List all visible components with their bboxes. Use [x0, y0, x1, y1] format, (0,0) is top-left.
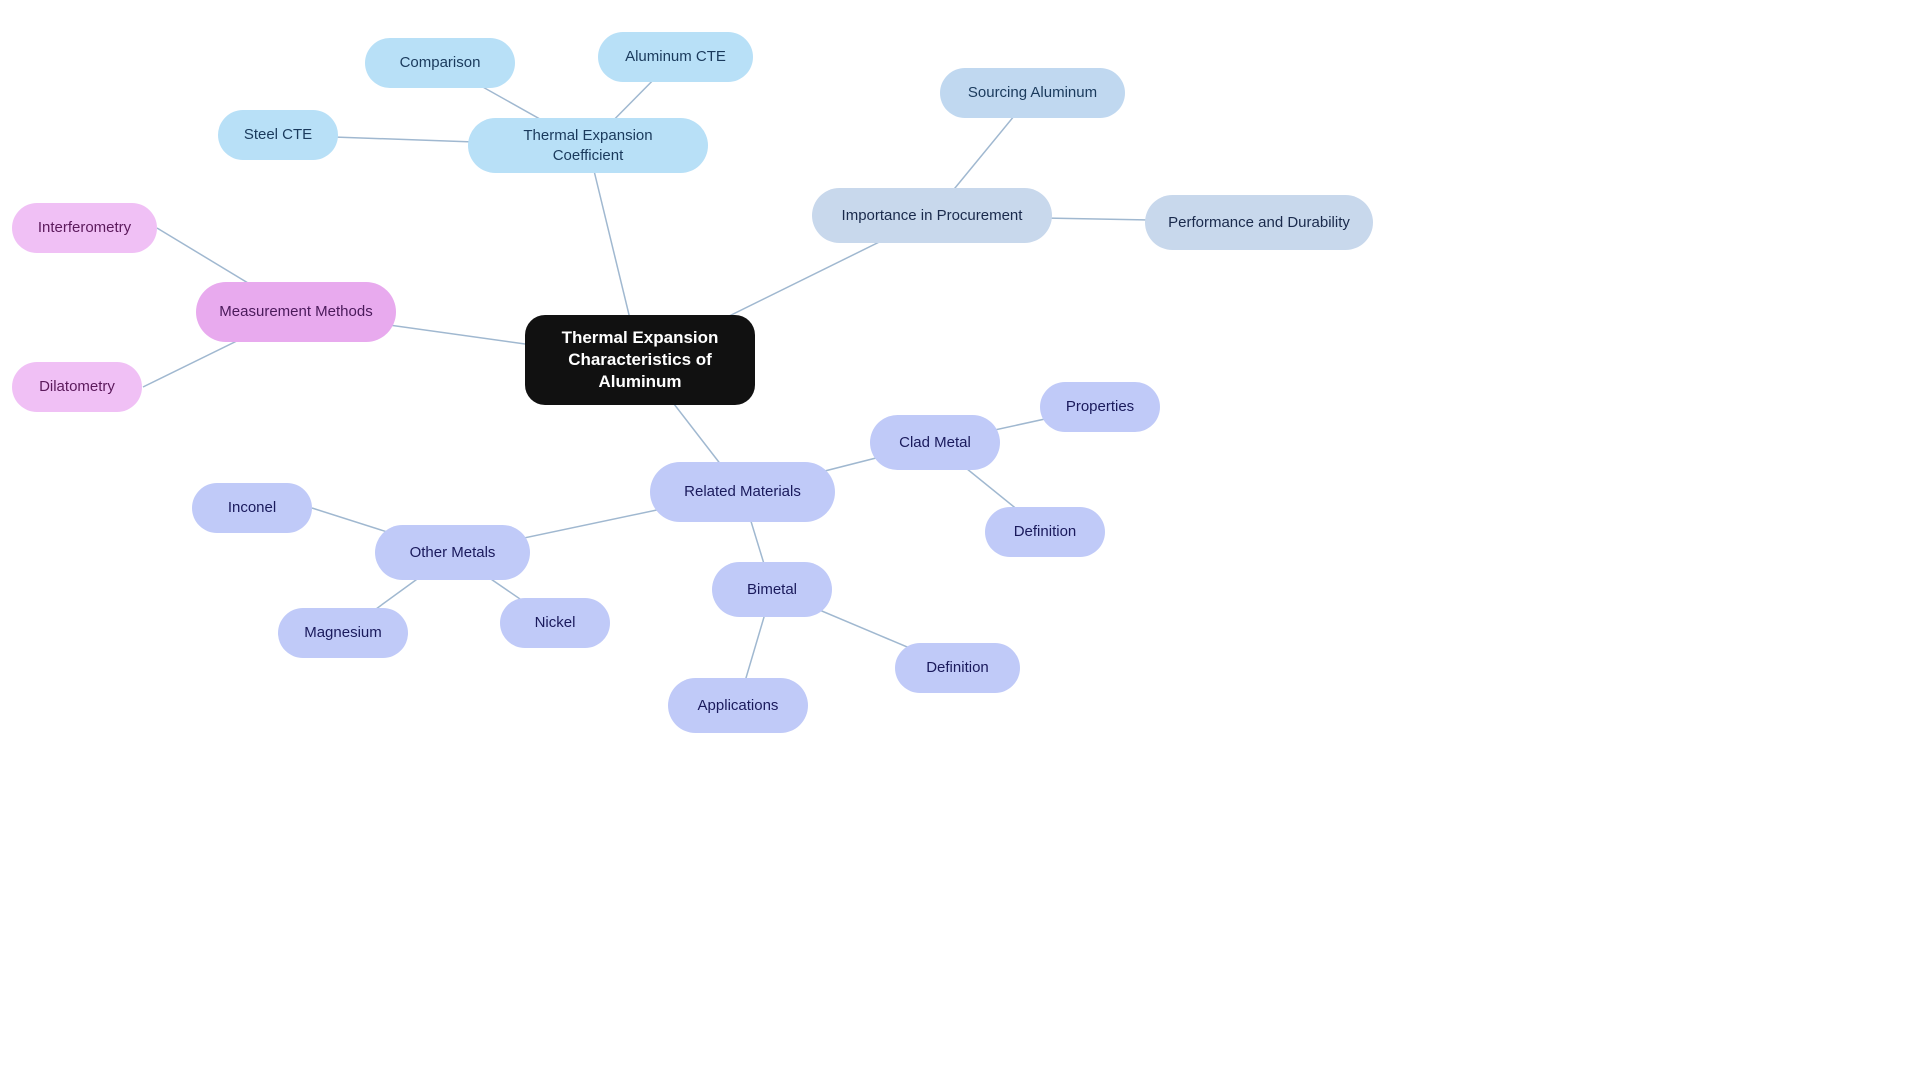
bimetal-applications-node[interactable]: Applications — [668, 678, 808, 733]
inconel-node[interactable]: Inconel — [192, 483, 312, 533]
clad-metal-properties-label: Properties — [1066, 397, 1134, 417]
performance-durability-label: Performance and Durability — [1168, 213, 1350, 233]
interferometry-label: Interferometry — [38, 218, 131, 238]
magnesium-label: Magnesium — [304, 623, 382, 643]
interferometry-node[interactable]: Interferometry — [12, 203, 157, 253]
steel-cte-node[interactable]: Steel CTE — [218, 110, 338, 160]
dilatometry-node[interactable]: Dilatometry — [12, 362, 142, 412]
center-label: Thermal Expansion Characteristics of Alu… — [545, 327, 735, 393]
aluminum-cte-node[interactable]: Aluminum CTE — [598, 32, 753, 82]
bimetal-definition-label: Definition — [926, 658, 989, 678]
related-materials-node[interactable]: Related Materials — [650, 462, 835, 522]
importance-procurement-label: Importance in Procurement — [842, 206, 1023, 226]
dilatometry-label: Dilatometry — [39, 377, 115, 397]
sourcing-aluminum-node[interactable]: Sourcing Aluminum — [940, 68, 1125, 118]
related-materials-label: Related Materials — [684, 482, 801, 502]
thermal-expansion-coeff-label: Thermal Expansion Coefficient — [488, 126, 688, 165]
nickel-label: Nickel — [535, 613, 576, 633]
inconel-label: Inconel — [228, 498, 276, 518]
clad-metal-properties-node[interactable]: Properties — [1040, 382, 1160, 432]
clad-metal-label: Clad Metal — [899, 433, 971, 453]
other-metals-node[interactable]: Other Metals — [375, 525, 530, 580]
bimetal-applications-label: Applications — [698, 696, 779, 716]
measurement-methods-label: Measurement Methods — [219, 302, 372, 322]
bimetal-node[interactable]: Bimetal — [712, 562, 832, 617]
other-metals-label: Other Metals — [410, 543, 496, 563]
comparison-label: Comparison — [400, 53, 481, 73]
performance-durability-node[interactable]: Performance and Durability — [1145, 195, 1373, 250]
bimetal-label: Bimetal — [747, 580, 797, 600]
magnesium-node[interactable]: Magnesium — [278, 608, 408, 658]
comparison-node[interactable]: Comparison — [365, 38, 515, 88]
steel-cte-label: Steel CTE — [244, 125, 312, 145]
center-node[interactable]: Thermal Expansion Characteristics of Alu… — [525, 315, 755, 405]
nickel-node[interactable]: Nickel — [500, 598, 610, 648]
clad-metal-definition-label: Definition — [1014, 522, 1077, 542]
clad-metal-node[interactable]: Clad Metal — [870, 415, 1000, 470]
aluminum-cte-label: Aluminum CTE — [625, 47, 726, 67]
sourcing-aluminum-label: Sourcing Aluminum — [968, 83, 1097, 103]
clad-metal-definition-node[interactable]: Definition — [985, 507, 1105, 557]
measurement-methods-node[interactable]: Measurement Methods — [196, 282, 396, 342]
thermal-expansion-coeff-node[interactable]: Thermal Expansion Coefficient — [468, 118, 708, 173]
bimetal-definition-node[interactable]: Definition — [895, 643, 1020, 693]
importance-procurement-node[interactable]: Importance in Procurement — [812, 188, 1052, 243]
